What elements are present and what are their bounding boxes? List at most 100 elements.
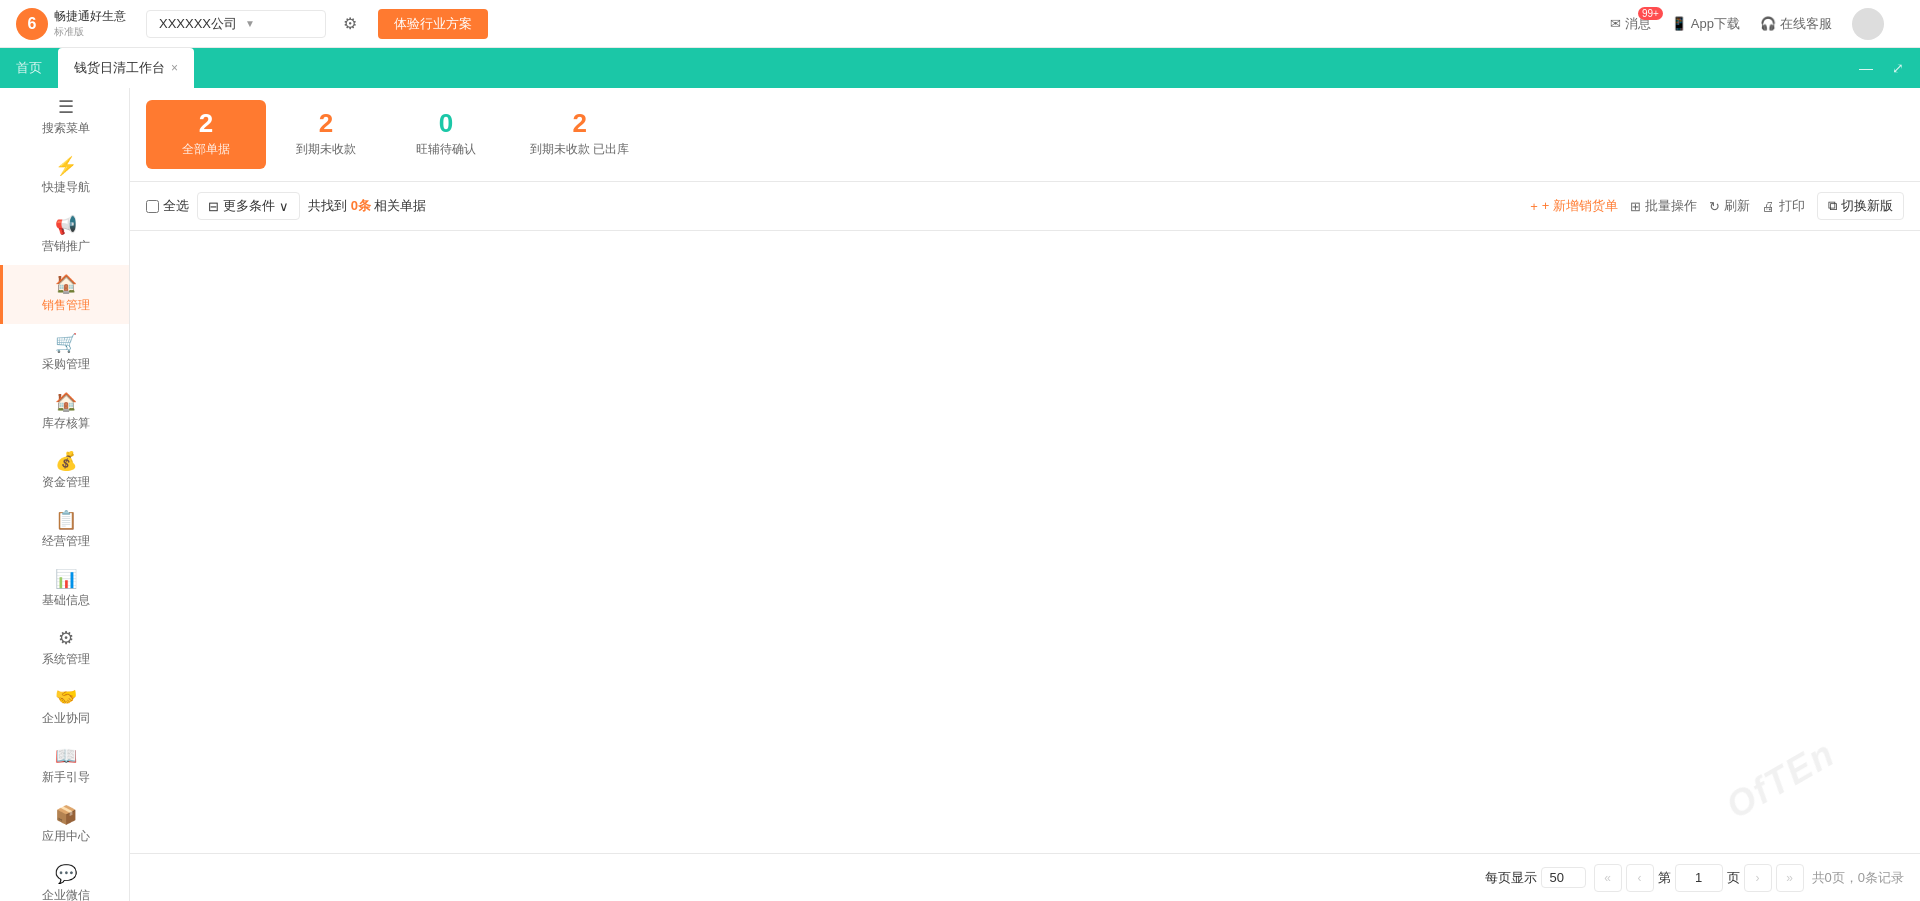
sidebar-item-sales-mgmt[interactable]: 🏠 销售管理 [0,265,129,324]
capital-icon: 💰 [55,452,77,470]
print-button[interactable]: 🖨 打印 [1762,197,1805,215]
download-icon: 📱 [1671,16,1687,31]
trial-button[interactable]: 体验行业方案 [378,9,488,39]
newbie-icon: 📖 [55,747,77,765]
tab-controls: — ⤢ [1852,54,1920,82]
select-all-input[interactable] [146,200,159,213]
logo-text: 畅捷通好生意 标准版 [54,9,126,38]
per-page-select[interactable]: 50 [1541,867,1586,888]
sidebar-item-biz-mgmt[interactable]: 📋 经营管理 [0,501,129,560]
page-size-select: 每页显示 50 [1485,867,1586,888]
sidebar-item-wechat[interactable]: 💬 企业微信 [0,855,129,901]
avatar[interactable] [1852,8,1884,40]
page-input[interactable] [1675,864,1723,892]
select-all-checkbox[interactable]: 全选 [146,197,189,215]
company-name: XXXXXX公司 [159,15,237,33]
tab-bar: 首页 钱货日清工作台 × — ⤢ [0,48,1920,88]
sales-icon: 🏠 [55,275,77,293]
sidebar: ☰ 搜索菜单 ⚡ 快捷导航 📢 营销推广 🏠 销售管理 🛒 采购管理 🏠 库存核… [0,88,130,901]
card-wangpu-confirm[interactable]: 0 旺辅待确认 [386,100,506,169]
refresh-icon: ↻ [1709,199,1720,214]
add-icon: + [1530,199,1538,214]
batch-icon: ⊞ [1630,199,1641,214]
card-all-num: 2 [170,108,242,139]
main-layout: ☰ 搜索菜单 ⚡ 快捷导航 📢 营销推广 🏠 销售管理 🛒 采购管理 🏠 库存核… [0,88,1920,901]
basic-info-icon: 📊 [55,570,77,588]
prev-page-button[interactable]: ‹ [1626,864,1654,892]
per-page-label: 每页显示 [1485,869,1537,887]
card-overdue-uncollect[interactable]: 2 到期未收款 [266,100,386,169]
message-icon: ✉ [1610,16,1621,31]
settings-button[interactable]: ⚙ [334,8,366,40]
sidebar-item-sys-mgmt[interactable]: ⚙ 系统管理 [0,619,129,678]
inventory-icon: 🏠 [55,393,77,411]
tab-home[interactable]: 首页 [0,48,58,88]
found-text: 共找到 0条 相关单据 [308,197,426,215]
switch-icon: ⧉ [1828,198,1837,214]
card-all-label: 全部单据 [170,141,242,158]
pagination-bar: 每页显示 50 « ‹ 第 页 › » 共0页，0条记录 [130,853,1920,901]
chevron-down-icon: ▼ [245,18,255,29]
top-header: 6 畅捷通好生意 标准版 XXXXXX公司 ▼ ⚙ 体验行业方案 ✉ 消息 99… [0,0,1920,48]
sidebar-item-enterprise[interactable]: 🤝 企业协同 [0,678,129,737]
tab-close-icon[interactable]: × [171,61,178,75]
search-menu-icon: ☰ [58,98,74,116]
card-outbound-label: 到期未收款 已出库 [530,141,629,158]
tab-minimize-button[interactable]: — [1852,54,1880,82]
switch-version-button[interactable]: ⧉ 切换新版 [1817,192,1904,220]
purchase-icon: 🛒 [55,334,77,352]
content-area: 2 全部单据 2 到期未收款 0 旺辅待确认 2 到期未收款 已出库 全选 [130,88,1920,901]
page-nav: « ‹ 第 页 › » [1594,864,1804,892]
sidebar-item-quick-nav[interactable]: ⚡ 快捷导航 [0,147,129,206]
card-overdue-label: 到期未收款 [290,141,362,158]
last-page-button[interactable]: » [1776,864,1804,892]
sidebar-item-app-center[interactable]: 📦 应用中心 [0,796,129,855]
page-label2: 页 [1727,869,1740,887]
marketing-icon: 📢 [55,216,77,234]
batch-ops-button[interactable]: ⊞ 批量操作 [1630,197,1697,215]
sidebar-label: 搜索菜单 [42,120,90,137]
sidebar-item-marketing[interactable]: 📢 营销推广 [0,206,129,265]
first-page-button[interactable]: « [1594,864,1622,892]
card-all[interactable]: 2 全部单据 [146,100,266,169]
enterprise-icon: 🤝 [55,688,77,706]
card-outbound-num: 2 [530,108,629,139]
logo-icon: 6 [16,8,48,40]
company-selector[interactable]: XXXXXX公司 ▼ [146,10,326,38]
table-area [130,231,1920,853]
header-right: ✉ 消息 99+ 📱 App下载 🎧 在线客服 [1610,8,1904,40]
found-count: 0条 [351,198,371,213]
online-service-button[interactable]: 🎧 在线客服 [1760,15,1832,33]
tab-maximize-button[interactable]: ⤢ [1884,54,1912,82]
card-wangpu-num: 0 [410,108,482,139]
toolbar-left: 全选 ⊟ 更多条件 ∨ 共找到 0条 相关单据 [146,192,1522,220]
card-overdue-num: 2 [290,108,362,139]
sidebar-item-basic-info[interactable]: 📊 基础信息 [0,560,129,619]
filter-icon: ⊟ [208,199,219,214]
page-total: 共0页，0条记录 [1812,869,1904,887]
card-overdue-outbound[interactable]: 2 到期未收款 已出库 [506,100,653,169]
message-button[interactable]: ✉ 消息 99+ [1610,15,1651,33]
message-badge: 99+ [1638,7,1663,20]
tab-daily-clearing[interactable]: 钱货日清工作台 × [58,48,194,88]
sys-icon: ⚙ [58,629,74,647]
refresh-button[interactable]: ↻ 刷新 [1709,197,1750,215]
logo-area: 6 畅捷通好生意 标准版 [16,8,146,40]
sidebar-item-search-menu[interactable]: ☰ 搜索菜单 [0,88,129,147]
sidebar-item-capital-mgmt[interactable]: 💰 资金管理 [0,442,129,501]
filter-chevron-icon: ∨ [279,199,289,214]
page-label: 第 [1658,869,1671,887]
biz-icon: 📋 [55,511,77,529]
toolbar: 全选 ⊟ 更多条件 ∨ 共找到 0条 相关单据 + + 新增销货单 ⊞ [130,182,1920,231]
service-icon: 🎧 [1760,16,1776,31]
app-download-button[interactable]: 📱 App下载 [1671,15,1740,33]
sidebar-item-newbie[interactable]: 📖 新手引导 [0,737,129,796]
add-sales-button[interactable]: + + 新增销货单 [1530,197,1618,215]
next-page-button[interactable]: › [1744,864,1772,892]
print-icon: 🖨 [1762,199,1775,214]
toolbar-right: + + 新增销货单 ⊞ 批量操作 ↻ 刷新 🖨 打印 ⧉ 切换新版 [1530,192,1904,220]
sidebar-item-inventory[interactable]: 🏠 库存核算 [0,383,129,442]
app-center-icon: 📦 [55,806,77,824]
more-filters-button[interactable]: ⊟ 更多条件 ∨ [197,192,300,220]
sidebar-item-purchase-mgmt[interactable]: 🛒 采购管理 [0,324,129,383]
